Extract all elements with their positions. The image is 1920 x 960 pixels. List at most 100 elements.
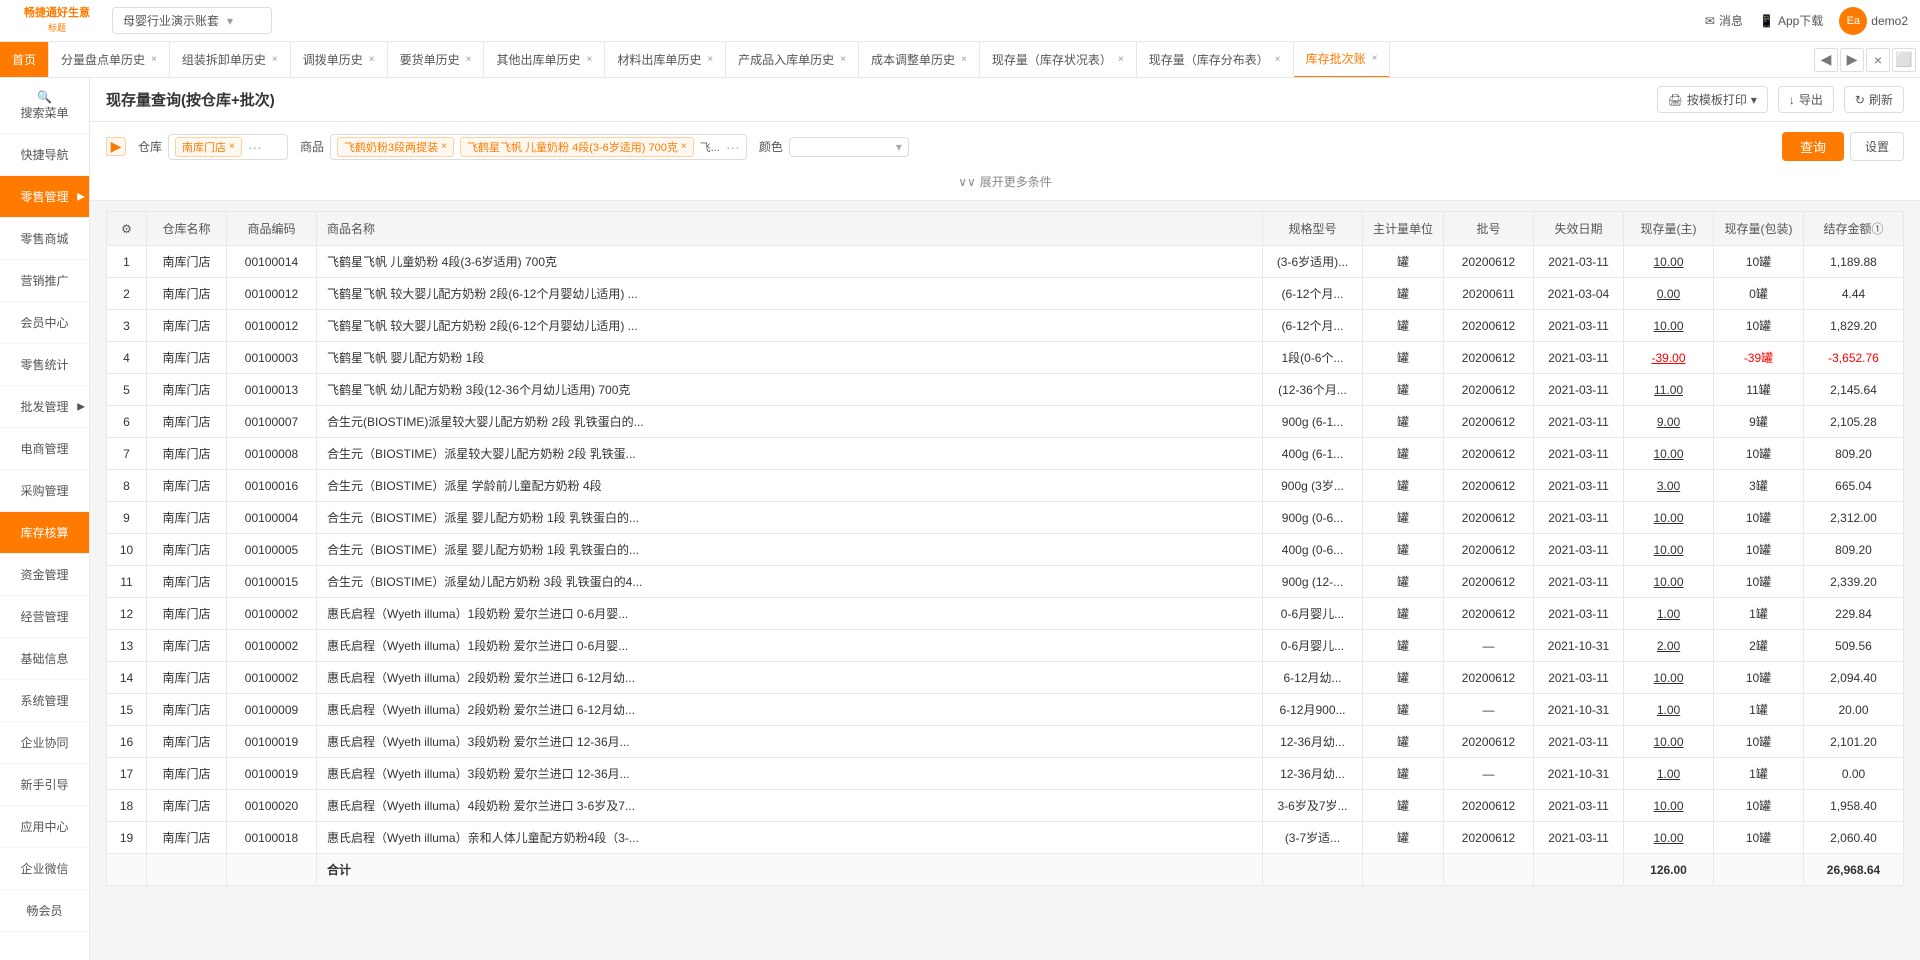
tab-close-button[interactable]: × <box>1866 48 1890 72</box>
cell-stock-main[interactable]: 10.00 <box>1624 310 1714 342</box>
sidebar-item-operations[interactable]: 经营管理 <box>0 596 89 638</box>
tab-product-in[interactable]: 产成品入库单历史 × <box>726 42 859 78</box>
color-filter-input[interactable]: ▾ <box>789 137 909 157</box>
close-icon[interactable]: × <box>586 54 592 65</box>
cell-warehouse: 南库门店 <box>147 534 227 566</box>
close-icon[interactable]: × <box>272 54 278 65</box>
sidebar-item-ecommerce[interactable]: 电商管理 <box>0 428 89 470</box>
cell-stock-main[interactable]: 10.00 <box>1624 790 1714 822</box>
tab-prev-button[interactable]: ◀ <box>1814 48 1838 72</box>
cell-balance: 2,060.40 <box>1804 822 1904 854</box>
print-button[interactable]: 🖨 按模板打印 ▾ <box>1657 86 1768 113</box>
export-button[interactable]: ↓ 导出 <box>1778 86 1834 113</box>
product-tag-1-close-icon[interactable]: × <box>441 141 447 152</box>
sidebar-item-changhui[interactable]: 畅会员 <box>0 890 89 932</box>
close-icon[interactable]: × <box>961 54 967 65</box>
cell-expire: 2021-03-11 <box>1534 534 1624 566</box>
sidebar-item-enterprise[interactable]: 企业协同 <box>0 722 89 764</box>
sidebar-item-retail[interactable]: 零售管理 ▶ <box>0 176 89 218</box>
close-icon[interactable]: × <box>840 54 846 65</box>
sidebar-item-marketing[interactable]: 营销推广 <box>0 260 89 302</box>
query-button[interactable]: 查询 <box>1782 132 1844 161</box>
sidebar-item-shop[interactable]: 零售商城 <box>0 218 89 260</box>
cell-stock-main[interactable]: 10.00 <box>1624 246 1714 278</box>
cell-stock-main[interactable]: 10.00 <box>1624 726 1714 758</box>
sidebar-item-basic[interactable]: 基础信息 <box>0 638 89 680</box>
account-selector[interactable]: 母婴行业演示账套 ▾ <box>112 7 272 34</box>
tab-batch-ledger[interactable]: 库存批次账 × <box>1294 42 1391 78</box>
sidebar-item-member[interactable]: 会员中心 <box>0 302 89 344</box>
cell-stock-main[interactable]: 11.00 <box>1624 374 1714 406</box>
expand-more-button[interactable]: ∨∨ 展开更多条件 <box>958 173 1052 190</box>
tab-other-out[interactable]: 其他出库单历史 × <box>484 42 605 78</box>
tab-cost-adjust[interactable]: 成本调整单历史 × <box>859 42 980 78</box>
tab-mix-history[interactable]: 调拨单历史 × <box>291 42 388 78</box>
cell-stock-main[interactable]: 10.00 <box>1624 822 1714 854</box>
col-header-settings[interactable]: ⚙ <box>107 212 147 246</box>
cell-warehouse: 南库门店 <box>147 662 227 694</box>
warehouse-more-icon[interactable]: ··· <box>248 139 262 155</box>
user-menu[interactable]: Ea demo2 <box>1839 7 1908 35</box>
close-icon[interactable]: × <box>369 54 375 65</box>
cell-stock-main[interactable]: 1.00 <box>1624 694 1714 726</box>
tab-home[interactable]: 首页 <box>0 42 49 78</box>
cell-stock-main[interactable]: -39.00 <box>1624 342 1714 374</box>
cell-stock-main[interactable]: 1.00 <box>1624 598 1714 630</box>
close-icon[interactable]: × <box>1372 53 1378 64</box>
tab-material-out[interactable]: 材料出库单历史 × <box>605 42 726 78</box>
close-icon[interactable]: × <box>1275 54 1281 65</box>
message-button[interactable]: ✉ 消息 <box>1705 12 1743 29</box>
app-download-button[interactable]: 📱 App下载 <box>1759 12 1823 29</box>
cell-stock-main[interactable]: 10.00 <box>1624 534 1714 566</box>
cell-stock-pkg: 10罐 <box>1714 662 1804 694</box>
table-header-row: ⚙ 仓库名称 商品编码 商品名称 规格型号 主计量单位 批号 失效日期 现存量(… <box>107 212 1904 246</box>
sidebar-item-search[interactable]: 🔍 搜索菜单 <box>0 78 89 134</box>
cell-stock-main[interactable]: 10.00 <box>1624 502 1714 534</box>
tab-split-history[interactable]: 分量盘点单历史 × <box>49 42 170 78</box>
sidebar-item-purchase[interactable]: 采购管理 <box>0 470 89 512</box>
refresh-icon: ↻ <box>1855 93 1865 107</box>
sidebar-item-inventory[interactable]: 库存核算 <box>0 512 89 554</box>
sidebar-item-stats[interactable]: 零售统计 <box>0 344 89 386</box>
refresh-button[interactable]: ↻ 刷新 <box>1844 86 1904 113</box>
sidebar-item-wholesale[interactable]: 批发管理 ▶ <box>0 386 89 428</box>
tab-maximize-button[interactable]: ⬜ <box>1892 48 1916 72</box>
close-icon[interactable]: × <box>707 54 713 65</box>
filter-toggle-button[interactable]: ▶ <box>106 137 126 156</box>
cell-balance: -3,652.76 <box>1804 342 1904 374</box>
cell-stock-main[interactable]: 10.00 <box>1624 662 1714 694</box>
sidebar-item-finance[interactable]: 资金管理 <box>0 554 89 596</box>
sidebar-item-system[interactable]: 系统管理 <box>0 680 89 722</box>
tab-want-history[interactable]: 要货单历史 × <box>388 42 485 78</box>
cell-stock-main[interactable]: 2.00 <box>1624 630 1714 662</box>
product-more-icon[interactable]: ··· <box>726 139 740 155</box>
product-tag-group[interactable]: 飞鹤奶粉3段两提装 × 飞鹤星飞帆 儿童奶粉 4段(3-6岁适用) 700克 ×… <box>330 134 747 160</box>
warehouse-tag[interactable]: 南库门店 × <box>175 137 242 157</box>
cell-stock-main[interactable]: 10.00 <box>1624 566 1714 598</box>
tab-next-button[interactable]: ▶ <box>1840 48 1864 72</box>
tab-disassemble-history[interactable]: 组装拆卸单历史 × <box>170 42 291 78</box>
cell-balance: 2,339.20 <box>1804 566 1904 598</box>
warehouse-tag-group[interactable]: 南库门店 × ··· <box>168 134 288 160</box>
sidebar-item-wechat[interactable]: 企业微信 <box>0 848 89 890</box>
product-tag-2[interactable]: 飞鹤星飞帆 儿童奶粉 4段(3-6岁适用) 700克 × <box>460 137 694 157</box>
footer-empty-6 <box>1444 854 1534 886</box>
sidebar-item-guide[interactable]: 新手引导 <box>0 764 89 806</box>
product-tag-1[interactable]: 飞鹤奶粉3段两提装 × <box>337 137 454 157</box>
warehouse-tag-close-icon[interactable]: × <box>229 141 235 152</box>
cell-stock-main[interactable]: 0.00 <box>1624 278 1714 310</box>
product-tag-2-close-icon[interactable]: × <box>681 141 687 152</box>
cell-stock-main[interactable]: 3.00 <box>1624 470 1714 502</box>
cell-stock-main[interactable]: 1.00 <box>1624 758 1714 790</box>
cell-stock-pkg: 10罐 <box>1714 566 1804 598</box>
cell-stock-main[interactable]: 10.00 <box>1624 438 1714 470</box>
tab-stock-dist[interactable]: 现存量（库存分布表） × <box>1137 42 1294 78</box>
settings-button[interactable]: 设置 <box>1850 132 1904 161</box>
cell-stock-main[interactable]: 9.00 <box>1624 406 1714 438</box>
close-icon[interactable]: × <box>151 54 157 65</box>
close-icon[interactable]: × <box>466 54 472 65</box>
sidebar-item-quicknav[interactable]: 快捷导航 <box>0 134 89 176</box>
tab-stock-status[interactable]: 现存量（库存状况表） × <box>980 42 1137 78</box>
sidebar-item-apps[interactable]: 应用中心 <box>0 806 89 848</box>
close-icon[interactable]: × <box>1118 54 1124 65</box>
